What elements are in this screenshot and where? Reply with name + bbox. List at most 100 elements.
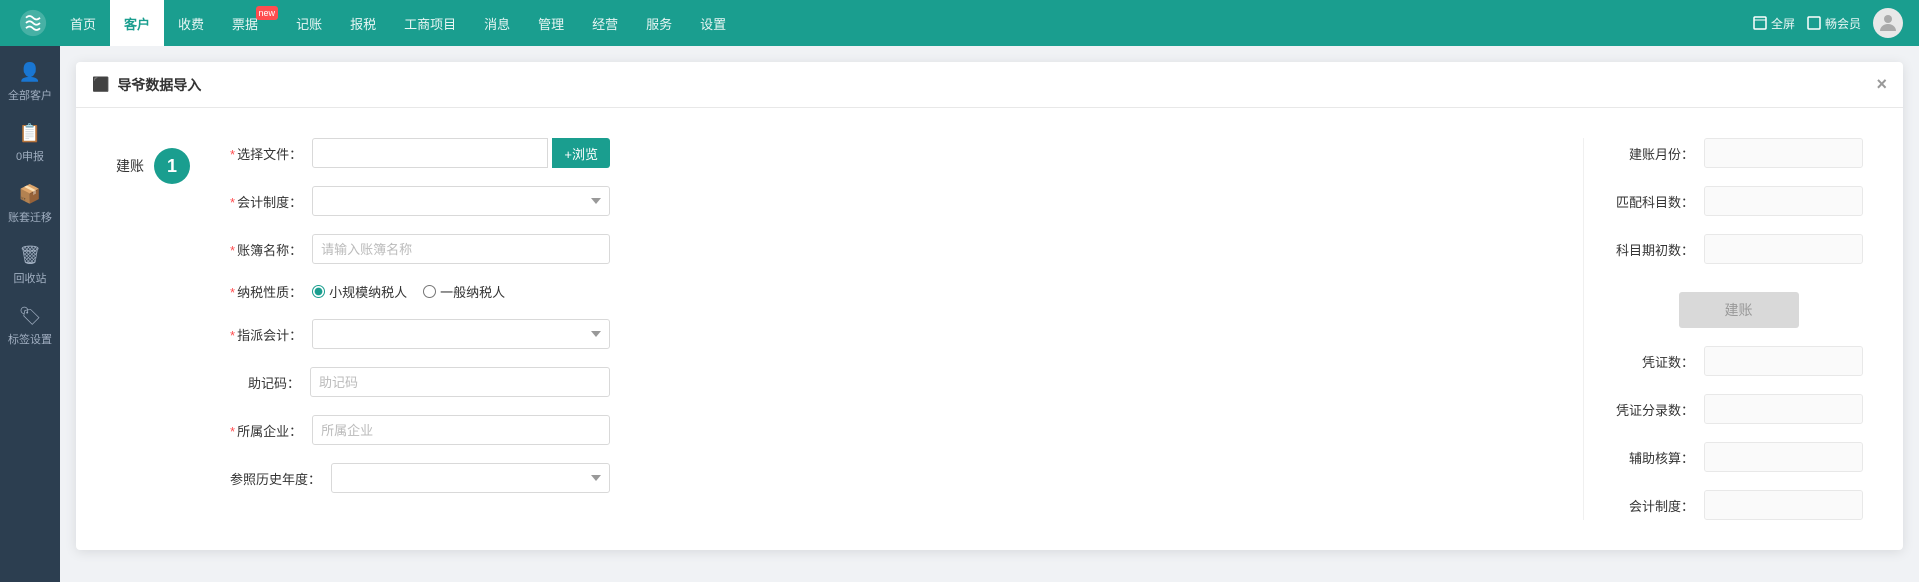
nav-item-business[interactable]: 工商项目 [390, 0, 470, 46]
ledger-name-label: 账簿名称： [230, 240, 312, 259]
account-system-row: 会计制度： [230, 186, 610, 216]
logo-button[interactable] [10, 0, 56, 46]
content-area: ⬛ 导爷数据导入 × 建账 1 [60, 46, 1919, 582]
file-label: 选择文件： [230, 144, 312, 163]
panel-body: 建账 1 选择文件： [76, 108, 1903, 550]
fullscreen-button[interactable]: 全屏 [1753, 15, 1795, 32]
close-icon[interactable]: × [1876, 75, 1887, 93]
tag-settings-icon: 🏷 [19, 306, 42, 327]
ref-year-select[interactable] [331, 463, 610, 493]
voucher-entries-row: 凭证分录数： [1614, 394, 1863, 424]
file-input-group: +浏览 [312, 138, 610, 168]
voucher-entries-value [1704, 394, 1863, 424]
import-icon: ⬛ [92, 76, 109, 93]
belong-company-row: 所属企业： [230, 415, 610, 445]
build-month-value [1704, 138, 1863, 168]
sidebar-item-all-customers[interactable]: 👤 全部客户 [2, 54, 58, 111]
small-taxpayer-option[interactable]: 小规模纳税人 [312, 282, 407, 301]
ref-year-row: 参照历史年度： [230, 463, 610, 493]
assign-accountant-label: 指派会计： [230, 325, 312, 344]
account-system-info-row: 会计制度： [1614, 490, 1863, 520]
voucher-count-row: 凭证数： [1614, 346, 1863, 376]
step-section: 建账 1 [116, 138, 210, 520]
left-column: 建账 1 选择文件： [116, 138, 1583, 520]
nav-item-bookkeeping[interactable]: 记账 [282, 0, 336, 46]
small-taxpayer-radio[interactable] [312, 285, 325, 298]
form-section: 选择文件： +浏览 会计制度： [230, 138, 610, 520]
voucher-count-value [1704, 346, 1863, 376]
account-system-info-value [1704, 490, 1863, 520]
zero-declare-icon: 📋 [19, 123, 41, 144]
build-month-row: 建账月份： [1614, 138, 1863, 168]
voucher-entries-label: 凭证分录数： [1614, 400, 1704, 419]
sidebar-item-label: 全部客户 [8, 87, 52, 103]
nav-item-operations[interactable]: 经营 [578, 0, 632, 46]
memo-code-input[interactable] [310, 367, 610, 397]
sidebar: 👤 全部客户 📋 0申报 📦 账套迁移 🗑 回收站 🏷 标签设置 [0, 46, 60, 582]
sidebar-item-account-migration[interactable]: 📦 账套迁移 [2, 176, 58, 233]
build-account-button[interactable]: 建账 [1679, 292, 1799, 328]
right-column: 建账月份： 匹配科目数： 科目期初数： [1583, 138, 1863, 520]
aux-accounting-row: 辅助核算： [1614, 442, 1863, 472]
nav-item-invoices[interactable]: 票据 new [218, 0, 282, 46]
tax-type-radio-group: 小规模纳税人 一般纳税人 [312, 282, 610, 301]
sidebar-item-zero-declare[interactable]: 📋 0申报 [2, 115, 58, 172]
memo-code-row: 助记码： [230, 367, 610, 397]
nav-item-messages[interactable]: 消息 [470, 0, 524, 46]
init-balance-row: 科目期初数： [1614, 234, 1863, 264]
step-label: 建账 [116, 156, 144, 176]
top-navigation: 首页 客户 收费 票据 new 记账 报税 工商项目 消息 管理 经营 服务 设… [0, 0, 1919, 46]
new-badge: new [256, 6, 279, 20]
memo-code-label: 助记码： [230, 373, 310, 392]
account-system-select[interactable] [312, 186, 610, 216]
nav-item-tax[interactable]: 报税 [336, 0, 390, 46]
build-btn-area: 建账 [1614, 282, 1863, 328]
sidebar-item-tag-settings[interactable]: 🏷 标签设置 [2, 298, 58, 355]
nav-item-manage[interactable]: 管理 [524, 0, 578, 46]
match-subjects-value [1704, 186, 1863, 216]
sidebar-item-label: 标签设置 [8, 331, 52, 347]
file-input[interactable] [312, 138, 548, 168]
tax-type-row: 纳税性质： 小规模纳税人 一般纳税人 [230, 282, 610, 301]
assign-accountant-select[interactable] [312, 319, 610, 349]
step-circle: 1 [154, 148, 190, 184]
match-subjects-row: 匹配科目数： [1614, 186, 1863, 216]
ledger-name-row: 账簿名称： [230, 234, 610, 264]
assign-accountant-row: 指派会计： [230, 319, 610, 349]
all-customers-icon: 👤 [19, 62, 41, 83]
build-month-label: 建账月份： [1614, 144, 1704, 163]
account-system-info-label: 会计制度： [1614, 496, 1704, 515]
aux-accounting-label: 辅助核算： [1614, 448, 1704, 467]
aux-accounting-value [1704, 442, 1863, 472]
recycle-bin-icon: 🗑 [19, 245, 42, 266]
sidebar-item-recycle-bin[interactable]: 🗑 回收站 [2, 237, 58, 294]
account-migration-icon: 📦 [19, 184, 41, 205]
match-subjects-label: 匹配科目数： [1614, 192, 1704, 211]
ledger-name-input[interactable] [312, 234, 610, 264]
panel-header: ⬛ 导爷数据导入 × [76, 62, 1903, 108]
belong-company-input[interactable] [312, 415, 610, 445]
avatar[interactable] [1873, 8, 1903, 38]
belong-company-label: 所属企业： [230, 421, 312, 440]
init-balance-value [1704, 234, 1863, 264]
nav-item-customers[interactable]: 客户 [110, 0, 164, 46]
voucher-count-label: 凭证数： [1614, 352, 1704, 371]
init-balance-label: 科目期初数： [1614, 240, 1704, 259]
account-system-label: 会计制度： [230, 192, 312, 211]
vip-button[interactable]: 畅会员 [1807, 15, 1861, 32]
main-layout: 👤 全部客户 📋 0申报 📦 账套迁移 🗑 回收站 🏷 标签设置 ⬛ 导爷数据导… [0, 46, 1919, 582]
nav-item-services[interactable]: 服务 [632, 0, 686, 46]
ref-year-label: 参照历史年度： [230, 469, 331, 488]
general-taxpayer-radio[interactable] [423, 285, 436, 298]
general-taxpayer-option[interactable]: 一般纳税人 [423, 282, 505, 301]
right-col-inner: 建账月份： 匹配科目数： 科目期初数： [1614, 138, 1863, 520]
import-panel: ⬛ 导爷数据导入 × 建账 1 [76, 62, 1903, 550]
panel-title: 导爷数据导入 [117, 75, 201, 95]
sidebar-item-label: 回收站 [14, 270, 47, 286]
browse-button[interactable]: +浏览 [552, 138, 610, 168]
nav-item-home[interactable]: 首页 [56, 0, 110, 46]
step-badge: 建账 1 [116, 148, 190, 184]
sidebar-item-label: 账套迁移 [8, 209, 52, 225]
nav-item-fees[interactable]: 收费 [164, 0, 218, 46]
nav-item-settings[interactable]: 设置 [686, 0, 740, 46]
